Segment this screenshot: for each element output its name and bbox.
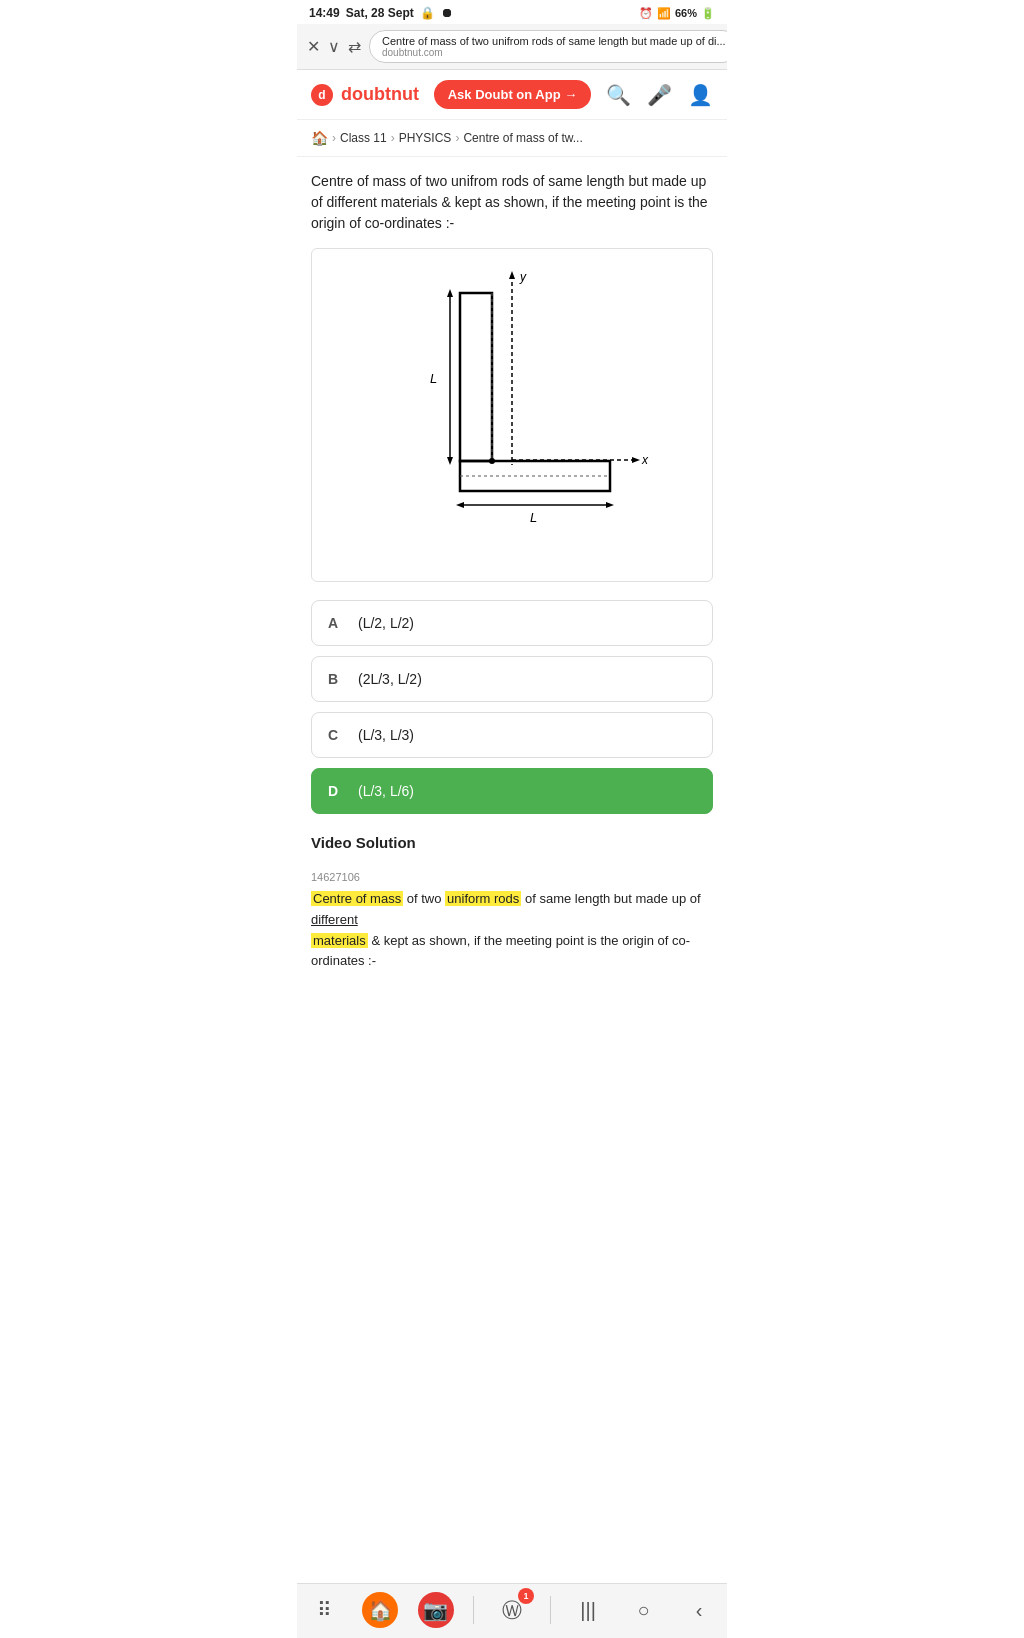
video-solution-section: Video Solution	[311, 834, 713, 871]
svg-text:y: y	[519, 270, 527, 284]
url-domain: doubtnut.com	[382, 47, 726, 58]
url-title: Centre of mass of two unifrom rods of sa…	[382, 35, 726, 47]
date: Sat, 28 Sept	[346, 6, 414, 20]
sync-icon: ⏺	[441, 6, 453, 20]
signal-icon: 📶	[657, 7, 671, 20]
ask-doubt-button[interactable]: Ask Doubt on App →	[434, 80, 592, 109]
svg-marker-1	[509, 271, 515, 279]
battery-icon: 🔋	[701, 7, 715, 20]
svg-point-18	[489, 458, 495, 464]
question-id: 14627106	[311, 871, 713, 883]
option-a[interactable]: A (L/2, L/2)	[311, 600, 713, 646]
question-text: Centre of mass of two unifrom rods of sa…	[311, 171, 713, 234]
profile-icon[interactable]: 👤	[688, 83, 713, 107]
option-b[interactable]: B (2L/3, L/2)	[311, 656, 713, 702]
highlighted-text: Centre of mass of two uniform rods of sa…	[311, 889, 713, 992]
option-a-text: (L/2, L/2)	[358, 615, 414, 631]
lock-icon: 🔒	[420, 6, 435, 20]
option-b-label: B	[328, 671, 346, 687]
option-c[interactable]: C (L/3, L/3)	[311, 712, 713, 758]
option-c-text: (L/3, L/3)	[358, 727, 414, 743]
breadcrumb: 🏠 › Class 11 › PHYSICS › Centre of mass …	[297, 120, 727, 157]
breadcrumb-subject[interactable]: PHYSICS	[399, 131, 452, 145]
text-different: different	[311, 912, 358, 927]
option-c-label: C	[328, 727, 346, 743]
breadcrumb-topic[interactable]: Centre of mass of tw...	[463, 131, 582, 145]
svg-text:L: L	[430, 371, 437, 386]
text-part-4: of same length but made up of	[525, 891, 701, 906]
svg-marker-13	[456, 502, 464, 508]
option-a-label: A	[328, 615, 346, 631]
highlight-1: Centre of mass	[311, 891, 403, 906]
logo-text: doubtnut	[341, 84, 419, 105]
mic-icon[interactable]: 🎤	[647, 83, 672, 107]
svg-marker-14	[606, 502, 614, 508]
option-d[interactable]: D (L/3, L/6)	[311, 768, 713, 814]
svg-marker-8	[447, 289, 453, 297]
alarm-icon: ⏰	[639, 7, 653, 20]
status-bar: 14:49 Sat, 28 Sept 🔒 ⏺ ⏰ 📶 66% 🔋	[297, 0, 727, 24]
svg-text:L: L	[530, 510, 537, 525]
logo-icon: d	[311, 84, 333, 106]
svg-marker-9	[447, 457, 453, 465]
option-b-text: (2L/3, L/2)	[358, 671, 422, 687]
home-icon[interactable]: 🏠	[311, 130, 328, 146]
browser-back[interactable]: ∨	[328, 37, 340, 56]
highlight-3: materials	[311, 933, 368, 948]
text-part-7: & kept as shown, if the meeting point is…	[311, 933, 690, 969]
svg-text:x: x	[641, 453, 649, 467]
text-part-2: of two	[407, 891, 445, 906]
diagram-container: y x L L	[311, 248, 713, 582]
browser-url-bar[interactable]: Centre of mass of two unifrom rods of sa…	[369, 30, 727, 63]
breadcrumb-class[interactable]: Class 11	[340, 131, 387, 145]
main-content: Centre of mass of two unifrom rods of sa…	[297, 157, 727, 992]
highlight-2: uniform rods	[445, 891, 521, 906]
video-solution-title: Video Solution	[311, 834, 713, 851]
options-list: A (L/2, L/2) B (2L/3, L/2) C (L/3, L/3) …	[311, 600, 713, 814]
browser-tab[interactable]: ⇄	[348, 37, 361, 56]
svg-rect-6	[460, 293, 492, 461]
option-d-label: D	[328, 783, 346, 799]
option-d-text: (L/3, L/6)	[358, 783, 414, 799]
search-icon[interactable]: 🔍	[606, 83, 631, 107]
browser-bar: ✕ ∨ ⇄ Centre of mass of two unifrom rods…	[297, 24, 727, 70]
app-header: d doubtnut Ask Doubt on App → 🔍 🎤 👤	[297, 70, 727, 120]
svg-marker-4	[632, 457, 640, 463]
logo-area: d doubtnut	[311, 84, 419, 106]
battery: 66%	[675, 7, 697, 19]
diagram-svg: y x L L	[372, 265, 652, 565]
browser-close[interactable]: ✕	[307, 37, 320, 56]
time: 14:49	[309, 6, 340, 20]
